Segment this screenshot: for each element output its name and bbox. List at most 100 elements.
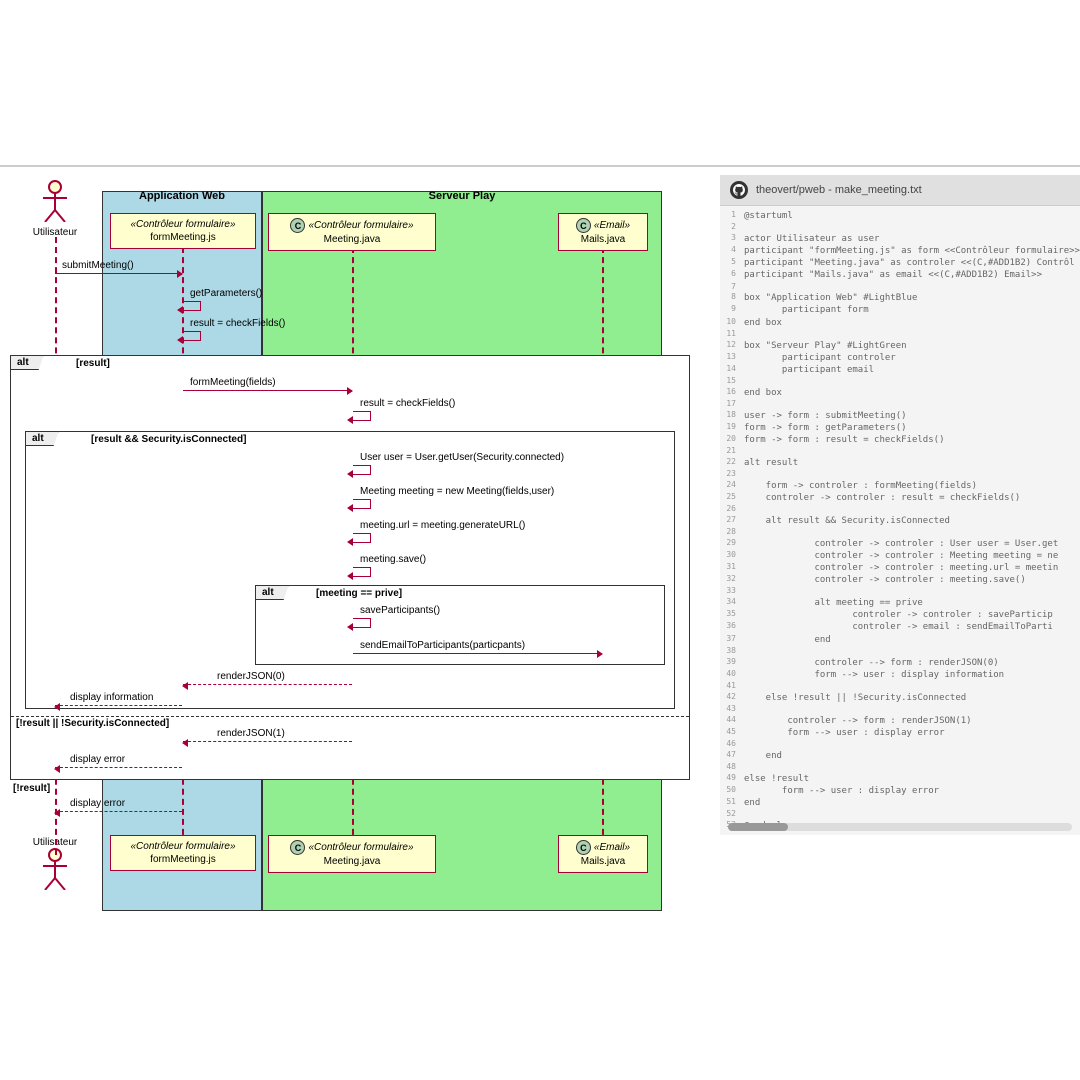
code-line: 11 (720, 329, 1080, 340)
code-line: 15 (720, 376, 1080, 387)
code-line: 21 (720, 446, 1080, 457)
code-line: 18user -> form : submitMeeting() (720, 410, 1080, 422)
code-line: 46 (720, 739, 1080, 750)
code-line: 34 alt meeting == prive (720, 597, 1080, 609)
code-line: 42 else !result || !Security.isConnected (720, 692, 1080, 704)
msg-getuser: User user = User.getUser(Security.connec… (360, 452, 564, 463)
selfcall (353, 567, 371, 577)
alt-tab: alt (255, 585, 289, 600)
code-line: 41 (720, 681, 1080, 692)
scrollbar-thumb[interactable] (728, 823, 788, 831)
msg-submit: submitMeeting() (62, 260, 134, 271)
phead-mail-top: C«Email»Mails.java (558, 213, 648, 251)
code-body[interactable]: 1@startuml23actor Utilisateur as user4pa… (720, 206, 1080, 835)
msg-checkfields1: result = checkFields() (190, 318, 285, 329)
class-icon: C (290, 840, 305, 855)
code-line: 38 (720, 646, 1080, 657)
msg-dispinfo: display information (70, 692, 153, 703)
msg-savepart: saveParticipants() (360, 605, 440, 616)
arrow-dash (183, 684, 352, 685)
code-line: 13 participant controler (720, 352, 1080, 364)
arrow-dash (183, 741, 352, 742)
msg-render0: renderJSON(0) (217, 671, 285, 682)
code-line: 17 (720, 399, 1080, 410)
code-line: 2 (720, 222, 1080, 233)
msg-disperr1: display error (70, 754, 125, 765)
code-line: 37 end (720, 634, 1080, 646)
code-line: 35 controler -> controler : saveParticip (720, 609, 1080, 621)
code-line: 23 (720, 469, 1080, 480)
phead-form-bot: «Contrôleur formulaire»formMeeting.js (110, 835, 256, 871)
sequence-diagram: Application Web Serveur Play Utilisateur… (10, 175, 705, 915)
code-line: 39 controler --> form : renderJSON(0) (720, 657, 1080, 669)
code-line: 14 participant email (720, 364, 1080, 376)
code-line: 44 controler --> form : renderJSON(1) (720, 715, 1080, 727)
code-line: 27 alt result && Security.isConnected (720, 515, 1080, 527)
code-line: 25 controler -> controler : result = che… (720, 492, 1080, 504)
code-line: 19form -> form : getParameters() (720, 422, 1080, 434)
cond2: [result && Security.isConnected] (91, 434, 246, 445)
code-line: 9 participant form (720, 304, 1080, 316)
code-line: 6participant "Mails.java" as email <<(C,… (720, 269, 1080, 281)
code-line: 43 (720, 704, 1080, 715)
selfcall (353, 499, 371, 509)
phead-ctrl-bot: C«Contrôleur formulaire»Meeting.java (268, 835, 436, 873)
alt-tab: alt (25, 431, 59, 446)
msg-render1: renderJSON(1) (217, 728, 285, 739)
code-line: 16end box (720, 387, 1080, 399)
code-line: 40 form --> user : display information (720, 669, 1080, 681)
separator-line (0, 165, 1080, 167)
code-line: 52 (720, 809, 1080, 820)
code-line: 47 end (720, 750, 1080, 762)
box-web-title: Application Web (103, 190, 261, 202)
code-line: 7 (720, 282, 1080, 293)
class-icon: C (290, 218, 305, 233)
code-line: 3actor Utilisateur as user (720, 233, 1080, 245)
selfcall (353, 533, 371, 543)
selfcall (183, 331, 201, 341)
arrow (55, 273, 182, 274)
msg-formmeeting: formMeeting(fields) (190, 377, 276, 388)
code-line: 22alt result (720, 457, 1080, 469)
class-icon: C (576, 218, 591, 233)
phead-ctrl-top: C«Contrôleur formulaire»Meeting.java (268, 213, 436, 251)
code-line: 29 controler -> controler : User user = … (720, 538, 1080, 550)
msg-checkfields2: result = checkFields() (360, 398, 455, 409)
code-pane: theovert/pweb - make_meeting.txt 1@start… (720, 175, 1080, 835)
alt-div1 (11, 716, 689, 717)
selfcall (353, 411, 371, 421)
phead-mail-bot: C«Email»Mails.java (558, 835, 648, 873)
code-line: 10end box (720, 317, 1080, 329)
box-play-title: Serveur Play (263, 190, 661, 202)
code-line: 45 form --> user : display error (720, 727, 1080, 739)
github-icon (730, 181, 748, 199)
arrow (183, 390, 352, 391)
msg-save: meeting.save() (360, 554, 426, 565)
code-line: 31 controler -> controler : meeting.url … (720, 562, 1080, 574)
phead-form-top: «Contrôleur formulaire»formMeeting.js (110, 213, 256, 249)
actor-top: Utilisateur (30, 180, 80, 238)
code-header: theovert/pweb - make_meeting.txt (720, 175, 1080, 206)
code-line: 8box "Application Web" #LightBlue (720, 292, 1080, 304)
msg-getparams: getParameters() (190, 288, 262, 299)
code-line: 20form -> form : result = checkFields() (720, 434, 1080, 446)
msg-disperr2: display error (70, 798, 125, 809)
msg-genurl: meeting.url = meeting.generateURL() (360, 520, 525, 531)
code-line: 51end (720, 797, 1080, 809)
arrow-dash (55, 767, 182, 768)
code-line: 1@startuml (720, 210, 1080, 222)
code-line: 4participant "formMeeting.js" as form <<… (720, 245, 1080, 257)
code-line: 50 form --> user : display error (720, 785, 1080, 797)
repo-title: theovert/pweb - make_meeting.txt (756, 184, 922, 196)
horizontal-scrollbar[interactable] (728, 823, 1072, 831)
code-line: 48 (720, 762, 1080, 773)
selfcall (183, 301, 201, 311)
class-icon: C (576, 840, 591, 855)
code-line: 30 controler -> controler : Meeting meet… (720, 550, 1080, 562)
code-line: 28 (720, 527, 1080, 538)
arrow-dash (55, 705, 182, 706)
cond1: [result] (76, 358, 110, 369)
msg-sendemail: sendEmailToParticipants(particpants) (360, 640, 525, 651)
arrow-dash (55, 811, 182, 812)
alt-tab: alt (10, 355, 44, 370)
